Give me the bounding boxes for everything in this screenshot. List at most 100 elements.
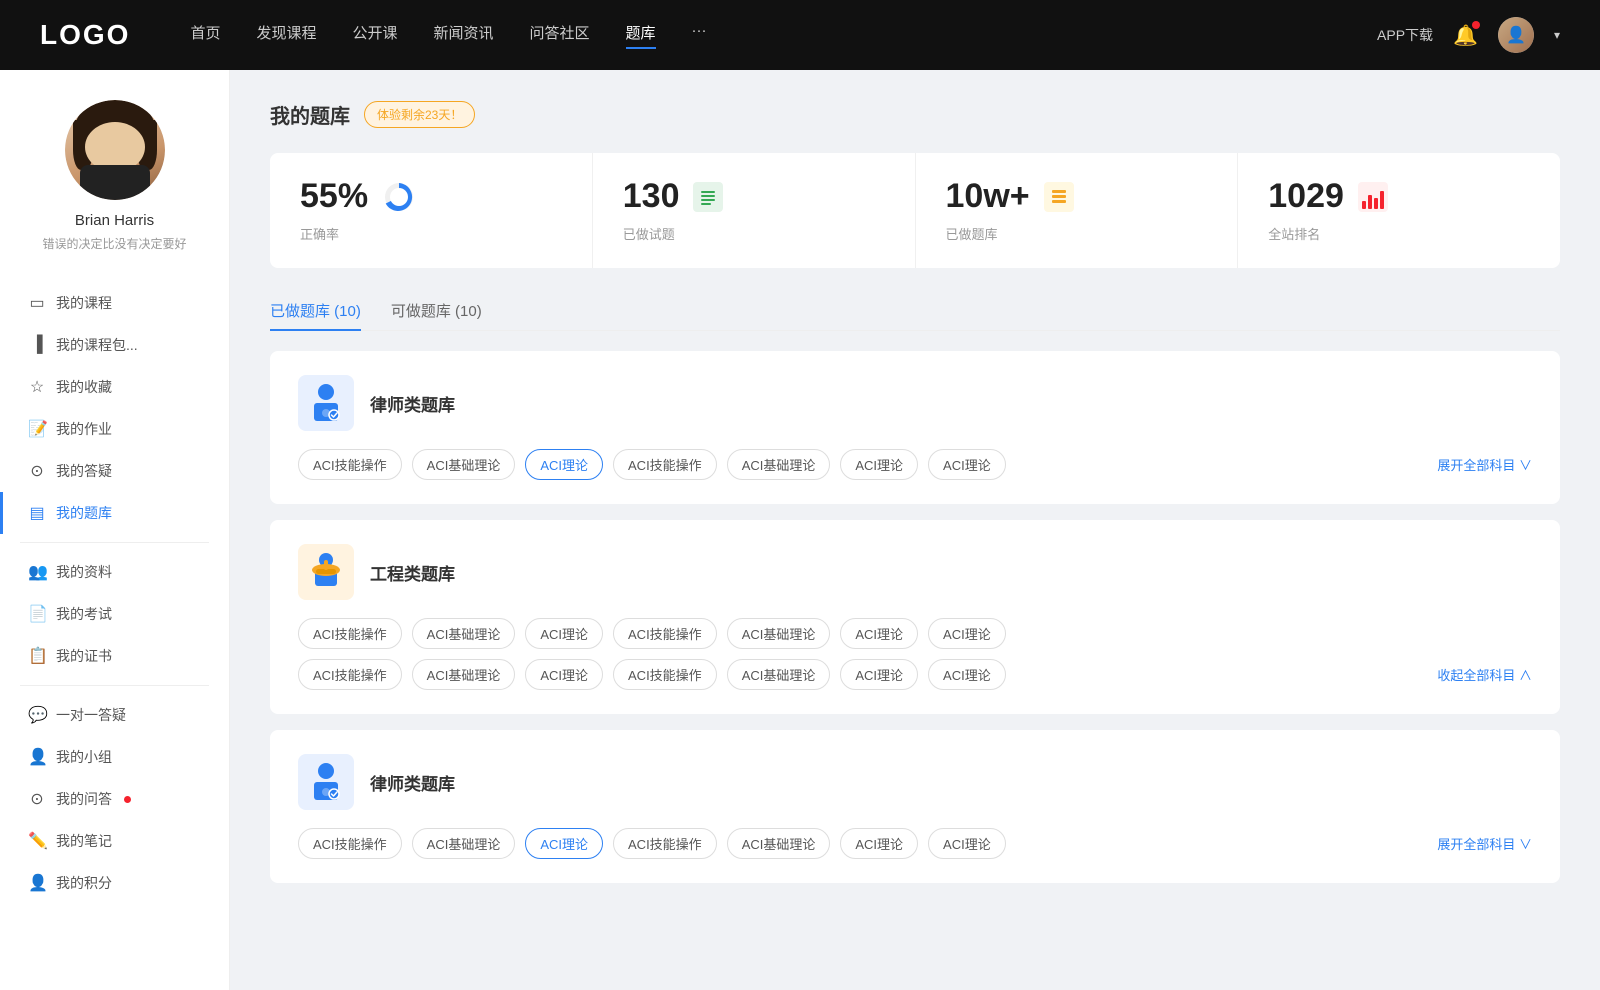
tag-1-5[interactable]: ACI理论	[840, 449, 918, 480]
tag-2-1-4[interactable]: ACI基础理论	[727, 659, 831, 690]
tag-3-5[interactable]: ACI理论	[840, 828, 918, 859]
sidebar-item-tutor[interactable]: 💬 一对一答疑	[0, 694, 229, 736]
bank-tabs: 已做题库 (10) 可做题库 (10)	[270, 292, 1560, 331]
tag-2-1-6[interactable]: ACI理论	[928, 659, 1006, 690]
sidebar-item-certificate[interactable]: 📋 我的证书	[0, 635, 229, 677]
sidebar-item-favorites[interactable]: ☆ 我的收藏	[0, 366, 229, 408]
tag-2-1-3[interactable]: ACI技能操作	[613, 659, 717, 690]
nav-item-more[interactable]: ···	[692, 22, 707, 49]
tag-1-2[interactable]: ACI理论	[525, 449, 603, 480]
tag-1-1[interactable]: ACI基础理论	[412, 449, 516, 480]
sidebar-item-label: 我的证书	[56, 646, 112, 666]
nav-item-home[interactable]: 首页	[190, 22, 220, 49]
nav-item-qa[interactable]: 问答社区	[530, 22, 590, 49]
sidebar-item-points[interactable]: 👤 我的积分	[0, 862, 229, 904]
stat-done-banks-value: 10w+	[946, 177, 1030, 216]
tag-2-1-5[interactable]: ACI理论	[840, 659, 918, 690]
nav-app-download[interactable]: APP下载	[1377, 25, 1433, 45]
tag-1-4[interactable]: ACI基础理论	[727, 449, 831, 480]
stat-accuracy-label: 正确率	[300, 227, 339, 242]
tag-2-0-4[interactable]: ACI基础理论	[727, 618, 831, 649]
exam-icon: 📄	[28, 604, 46, 624]
tag-1-6[interactable]: ACI理论	[928, 449, 1006, 480]
tag-3-6[interactable]: ACI理论	[928, 828, 1006, 859]
points-icon: 👤	[28, 873, 46, 893]
sidebar-item-label: 我的作业	[56, 419, 112, 439]
tag-3-1[interactable]: ACI基础理论	[412, 828, 516, 859]
nav-item-courses[interactable]: 发现课程	[256, 22, 316, 49]
qa-badge-dot	[124, 796, 131, 803]
sidebar-divider-2	[20, 685, 209, 686]
sidebar-item-exam-bank[interactable]: ▤ 我的题库	[0, 492, 229, 534]
sidebar-item-courses[interactable]: ▭ 我的课程	[0, 282, 229, 324]
stat-ranking-top: 1029	[1268, 177, 1530, 216]
collapse-link-2[interactable]: 收起全部科目 ∧	[1437, 665, 1532, 684]
my-qa-icon: ⊙	[28, 789, 46, 809]
tutor-icon: 💬	[28, 705, 46, 725]
tag-1-0[interactable]: ACI技能操作	[298, 449, 402, 480]
qa-icon: ⊙	[28, 461, 46, 481]
tag-3-0[interactable]: ACI技能操作	[298, 828, 402, 859]
sidebar-item-qa[interactable]: ⊙ 我的答疑	[0, 450, 229, 492]
stats-row: 55% 正确率 130	[270, 153, 1560, 268]
sidebar-item-label: 我的小组	[56, 747, 112, 767]
tag-3-3[interactable]: ACI技能操作	[613, 828, 717, 859]
bank-tags-row-2-1: ACI技能操作 ACI基础理论 ACI理论 ACI技能操作 ACI基础理论 AC…	[298, 659, 1532, 690]
sidebar-item-notes[interactable]: ✏️ 我的笔记	[0, 820, 229, 862]
accuracy-pie-icon	[382, 180, 416, 214]
sidebar-item-label: 我的笔记	[56, 831, 112, 851]
stat-done-questions-top: 130	[623, 177, 885, 216]
stat-accuracy-value: 55%	[300, 177, 368, 216]
sidebar-item-exam[interactable]: 📄 我的考试	[0, 593, 229, 635]
tag-3-4[interactable]: ACI基础理论	[727, 828, 831, 859]
bank-card-3: 律师类题库 ACI技能操作 ACI基础理论 ACI理论 ACI技能操作 ACI基…	[270, 730, 1560, 883]
tag-2-1-0[interactable]: ACI技能操作	[298, 659, 402, 690]
sidebar-item-course-package[interactable]: ▐ 我的课程包...	[0, 324, 229, 366]
sidebar-item-group[interactable]: 👤 我的小组	[0, 736, 229, 778]
list-green-icon	[693, 182, 723, 212]
bank-tags-row-2-0: ACI技能操作 ACI基础理论 ACI理论 ACI技能操作 ACI基础理论 AC…	[298, 618, 1532, 649]
stat-done-questions: 130 已做试题	[593, 153, 916, 268]
tab-available[interactable]: 可做题库 (10)	[391, 292, 482, 331]
bank-card-3-header: 律师类题库	[298, 754, 1532, 810]
nav-item-open[interactable]: 公开课	[352, 22, 397, 49]
course-package-icon: ▐	[28, 336, 46, 354]
sidebar-item-homework[interactable]: 📝 我的作业	[0, 408, 229, 450]
sidebar: Brian Harris 错误的决定比没有决定要好 ▭ 我的课程 ▐ 我的课程包…	[0, 70, 230, 990]
sidebar-item-my-qa[interactable]: ⊙ 我的问答	[0, 778, 229, 820]
tag-2-0-1[interactable]: ACI基础理论	[412, 618, 516, 649]
tag-2-0-2[interactable]: ACI理论	[525, 618, 603, 649]
certificate-icon: 📋	[28, 646, 46, 666]
nav-avatar[interactable]: 👤	[1498, 17, 1534, 53]
expand-link-1[interactable]: 展开全部科目 ∨	[1437, 455, 1532, 474]
tag-2-1-2[interactable]: ACI理论	[525, 659, 603, 690]
sidebar-item-label: 我的考试	[56, 604, 112, 624]
stat-done-banks: 10w+ 已做题库	[916, 153, 1239, 268]
tag-2-0-3[interactable]: ACI技能操作	[613, 618, 717, 649]
notes-icon: ✏️	[28, 831, 46, 851]
sidebar-item-profile[interactable]: 👥 我的资料	[0, 551, 229, 593]
nav-bell-button[interactable]: 🔔	[1453, 23, 1478, 48]
stat-done-banks-label: 已做题库	[946, 227, 998, 242]
sidebar-divider-1	[20, 542, 209, 543]
avatar	[65, 100, 165, 200]
stat-ranking-label: 全站排名	[1268, 227, 1320, 242]
nav-chevron-icon[interactable]: ▾	[1554, 28, 1560, 42]
tag-2-0-5[interactable]: ACI理论	[840, 618, 918, 649]
tag-1-3[interactable]: ACI技能操作	[613, 449, 717, 480]
expand-link-3[interactable]: 展开全部科目 ∨	[1437, 834, 1532, 853]
tag-2-0-0[interactable]: ACI技能操作	[298, 618, 402, 649]
group-icon: 👤	[28, 747, 46, 767]
tag-2-0-6[interactable]: ACI理论	[928, 618, 1006, 649]
tag-2-1-1[interactable]: ACI基础理论	[412, 659, 516, 690]
nav-item-news[interactable]: 新闻资讯	[434, 22, 494, 49]
tab-done[interactable]: 已做题库 (10)	[270, 292, 361, 331]
stat-ranking: 1029 全站排名	[1238, 153, 1560, 268]
bell-dot	[1472, 21, 1480, 29]
tag-3-2[interactable]: ACI理论	[525, 828, 603, 859]
stat-done-questions-label: 已做试题	[623, 227, 675, 242]
bank-tags-row-3: ACI技能操作 ACI基础理论 ACI理论 ACI技能操作 ACI基础理论 AC…	[298, 828, 1532, 859]
bank-card-1-header: 律师类题库	[298, 375, 1532, 431]
sidebar-item-label: 我的答疑	[56, 461, 112, 481]
nav-item-exam[interactable]: 题库	[626, 22, 656, 49]
